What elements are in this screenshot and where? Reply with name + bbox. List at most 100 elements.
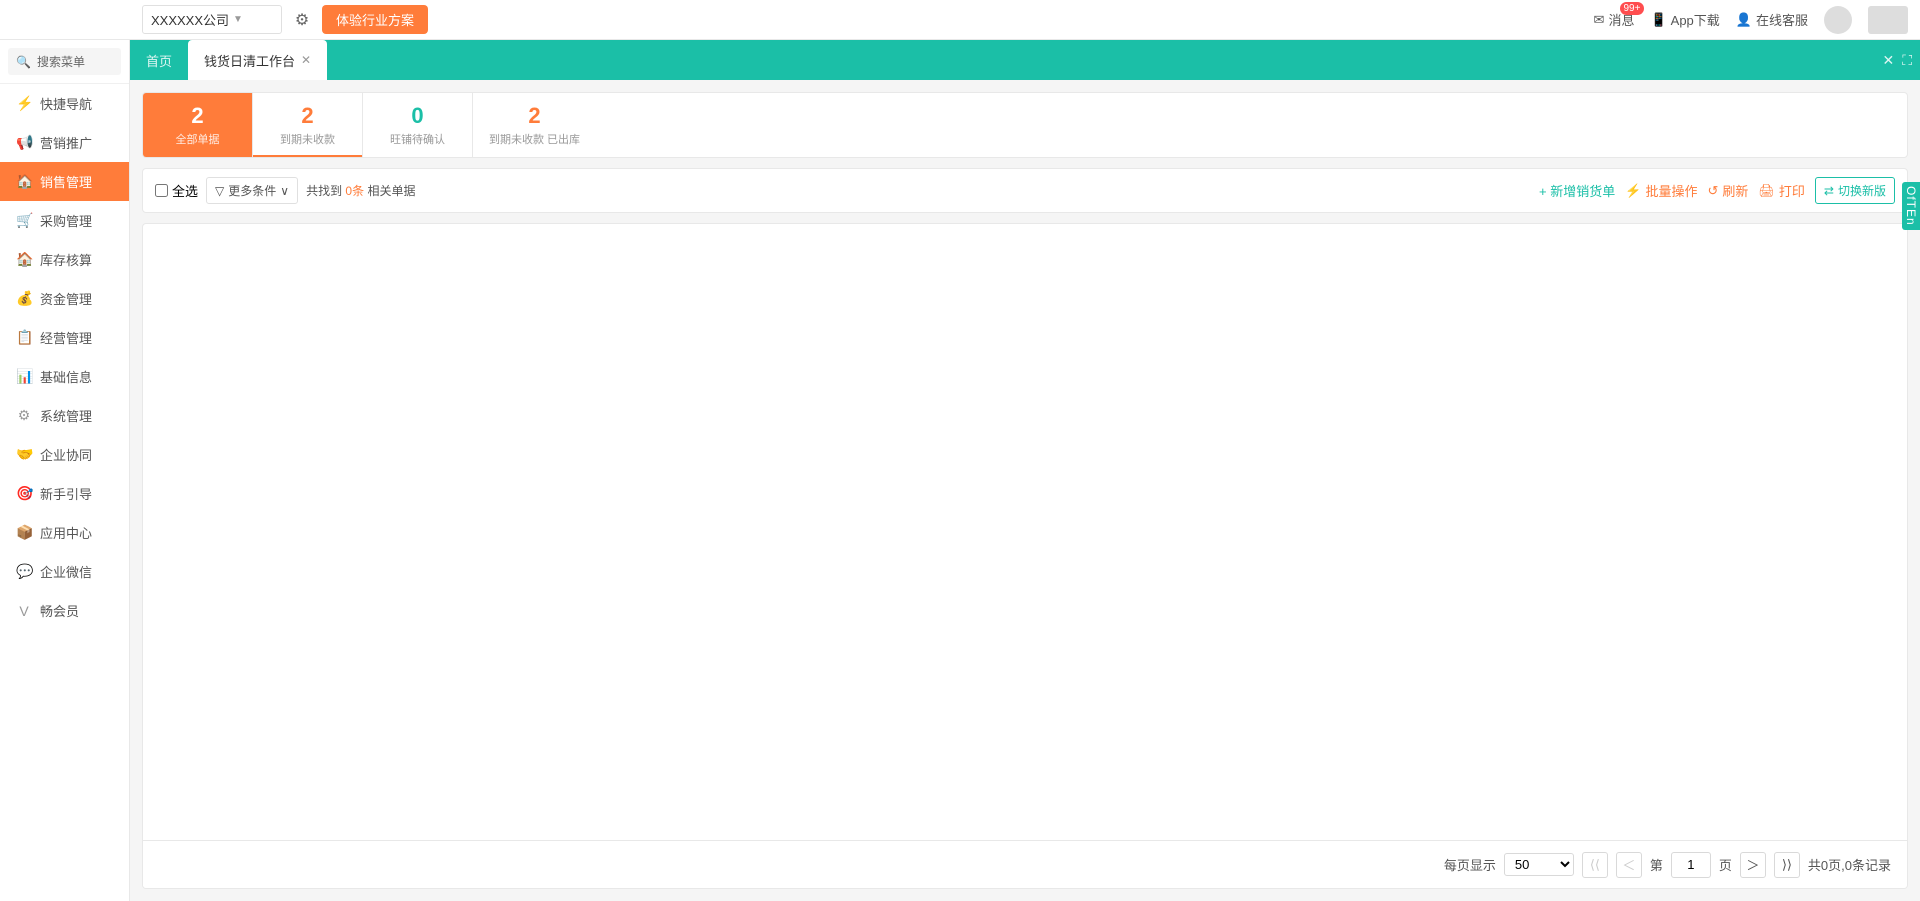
app-download-button[interactable]: 📱 App下载 (1650, 10, 1719, 29)
message-icon: ✉ (1594, 12, 1605, 28)
tab-home[interactable]: 首页 (130, 40, 188, 80)
batch-icon: ⚡ (1625, 183, 1641, 199)
tab-bar-actions: ✕ ⛶ (1882, 52, 1920, 69)
toolbar: 全选 ▽ 更多条件 ∨ 共找到 0条 相关单据 + 新增销货单 ⚡ 批量操作 (142, 168, 1908, 213)
purchase-icon: 🛒 (16, 212, 32, 229)
pagination: 每页显示 50 100 200 ⟨⟨ ＜ 第 1 页 ＞ ⟩⟩ 共0页,0条记录 (143, 840, 1907, 888)
tab-minimize-icon[interactable]: ✕ (1882, 52, 1894, 69)
search-icon: 🔍 (16, 55, 31, 69)
stat-overdue-shipped-label: 到期未收款 已出库 (489, 131, 580, 147)
tab-indicator (253, 155, 362, 157)
total-records-label: 共0页,0条记录 (1808, 855, 1891, 874)
stat-all-count: 2 (159, 103, 236, 129)
filter-arrow-icon: ∨ (280, 184, 289, 198)
switch-icon: ⇄ (1824, 184, 1834, 198)
top-right-actions: ✉ 消息 99+ 📱 App下载 👤 在线客服 (1594, 6, 1908, 34)
table-empty-state (143, 224, 1907, 840)
sidebar-item-inventory[interactable]: 🏠 库存核算 (0, 240, 129, 279)
marketing-icon: 📢 (16, 134, 32, 151)
quick-nav-icon: ⚡ (16, 95, 32, 112)
refresh-button[interactable]: ↺ 刷新 (1707, 181, 1748, 200)
batch-operation-button[interactable]: ⚡ 批量操作 (1625, 181, 1697, 200)
user-name[interactable] (1868, 6, 1908, 34)
top-bar: XXXXXX公司 ▼ ⚙ 体验行业方案 ✉ 消息 99+ 📱 App下载 👤 在… (0, 0, 1920, 40)
beginner-icon: 🎯 (16, 485, 32, 502)
sidebar-nav: ⚡ 快捷导航 📢 营销推广 🏠 销售管理 🛒 采购管理 🏠 库存核算 💰 资金管… (0, 84, 129, 901)
sidebar-item-quick-nav[interactable]: ⚡ 快捷导航 (0, 84, 129, 123)
stat-all-label: 全部单据 (159, 131, 236, 147)
basic-info-icon: 📊 (16, 368, 32, 385)
select-all-checkbox[interactable]: 全选 (155, 181, 198, 200)
app-center-icon: 📦 (16, 524, 32, 541)
next-page-button[interactable]: ＞ (1740, 852, 1766, 878)
sidebar-item-beginner[interactable]: 🎯 新手引导 (0, 474, 129, 513)
finance-icon: 💰 (16, 290, 32, 307)
stat-tab-overdue[interactable]: 2 到期未收款 (253, 93, 363, 157)
industry-btn[interactable]: 体验行业方案 (322, 5, 428, 34)
sidebar-item-finance[interactable]: 💰 资金管理 (0, 279, 129, 318)
per-page-label: 每页显示 (1444, 855, 1496, 874)
main-content: 2 全部单据 2 到期未收款 0 旺铺待确认 2 到期未收款 已出库 全选 (130, 80, 1920, 901)
stat-wangpu-count: 0 (379, 103, 456, 129)
stat-wangpu-label: 旺铺待确认 (379, 131, 456, 147)
stat-overdue-label: 到期未收款 (269, 131, 346, 147)
print-button[interactable]: 🖨 打印 (1758, 181, 1805, 200)
switch-version-button[interactable]: ⇄ 切换新版 (1815, 177, 1895, 204)
tab-workbench[interactable]: 钱货日清工作台 ✕ (188, 40, 327, 80)
system-icon: ⚙ (16, 407, 32, 424)
filter-icon: ▽ (215, 184, 224, 198)
sidebar-item-member[interactable]: V 畅会员 (0, 591, 129, 630)
sidebar-item-wechat[interactable]: 💬 企业微信 (0, 552, 129, 591)
sidebar-item-operations[interactable]: 📋 经营管理 (0, 318, 129, 357)
collab-icon: 🤝 (16, 446, 32, 463)
operations-icon: 📋 (16, 329, 32, 346)
service-icon: 👤 (1736, 12, 1752, 28)
sidebar-item-system[interactable]: ⚙ 系统管理 (0, 396, 129, 435)
stat-tab-overdue-shipped[interactable]: 2 到期未收款 已出库 (473, 93, 596, 157)
toolbar-right: + 新增销货单 ⚡ 批量操作 ↺ 刷新 🖨 打印 ⇄ 切换新版 (1539, 177, 1895, 204)
sidebar-search-area: 🔍 搜索菜单 (0, 40, 129, 84)
member-icon: V (16, 603, 32, 619)
sidebar-item-purchase[interactable]: 🛒 采购管理 (0, 201, 129, 240)
message-badge: 99+ (1620, 2, 1645, 15)
sidebar-item-enterprise-collab[interactable]: 🤝 企业协同 (0, 435, 129, 474)
sidebar-item-basic-info[interactable]: 📊 基础信息 (0, 357, 129, 396)
sidebar-item-app-center[interactable]: 📦 应用中心 (0, 513, 129, 552)
stat-overdue-count: 2 (269, 103, 346, 129)
sidebar: b 畅捷通好生意 标准版 🔍 搜索菜单 ⚡ 快捷导航 📢 营销推广 🏠 销售管理… (0, 0, 130, 901)
content-area: 2 全部单据 2 到期未收款 0 旺铺待确认 2 到期未收款 已出库 全选 (130, 80, 1920, 901)
user-avatar[interactable] (1824, 6, 1852, 34)
search-menu-button[interactable]: 🔍 搜索菜单 (8, 48, 121, 75)
filter-button[interactable]: ▽ 更多条件 ∨ (206, 177, 298, 204)
stat-tab-all[interactable]: 2 全部单据 (143, 93, 253, 157)
add-sales-order-button[interactable]: + 新增销货单 (1539, 181, 1615, 200)
online-service-button[interactable]: 👤 在线客服 (1736, 10, 1808, 29)
inventory-icon: 🏠 (16, 251, 32, 268)
company-selector[interactable]: XXXXXX公司 ▼ (142, 5, 282, 34)
wechat-icon: 💬 (16, 563, 32, 580)
found-text: 共找到 0条 相关单据 (306, 182, 415, 199)
company-arrow-icon: ▼ (233, 14, 243, 25)
table-area: 每页显示 50 100 200 ⟨⟨ ＜ 第 1 页 ＞ ⟩⟩ 共0页,0条记录 (142, 223, 1908, 889)
stats-tabs: 2 全部单据 2 到期未收款 0 旺铺待确认 2 到期未收款 已出库 (142, 92, 1908, 158)
stat-overdue-shipped-count: 2 (489, 103, 580, 129)
download-icon: 📱 (1650, 12, 1666, 28)
sidebar-item-sales[interactable]: 🏠 销售管理 (0, 162, 129, 201)
print-icon: 🖨 (1758, 183, 1775, 199)
settings-button[interactable]: ⚙ (288, 6, 316, 34)
prev-page-button[interactable]: ＜ (1616, 852, 1642, 878)
message-button[interactable]: ✉ 消息 99+ (1594, 10, 1635, 29)
checkbox-input[interactable] (155, 184, 168, 197)
page-size-select[interactable]: 50 100 200 (1504, 853, 1574, 876)
page-number-input[interactable]: 1 (1671, 852, 1711, 878)
tab-bar: 首页 钱货日清工作台 ✕ ✕ ⛶ (130, 40, 1920, 80)
tab-maximize-icon[interactable]: ⛶ (1902, 52, 1912, 69)
last-page-button[interactable]: ⟩⟩ (1774, 852, 1800, 878)
stat-tab-wangpu[interactable]: 0 旺铺待确认 (363, 93, 473, 157)
often-badge[interactable]: OfTEn (1902, 182, 1920, 230)
sidebar-item-marketing[interactable]: 📢 营销推广 (0, 123, 129, 162)
tab-close-icon[interactable]: ✕ (301, 53, 311, 67)
first-page-button[interactable]: ⟨⟨ (1582, 852, 1608, 878)
sales-icon: 🏠 (16, 173, 32, 190)
refresh-icon: ↺ (1707, 183, 1718, 199)
